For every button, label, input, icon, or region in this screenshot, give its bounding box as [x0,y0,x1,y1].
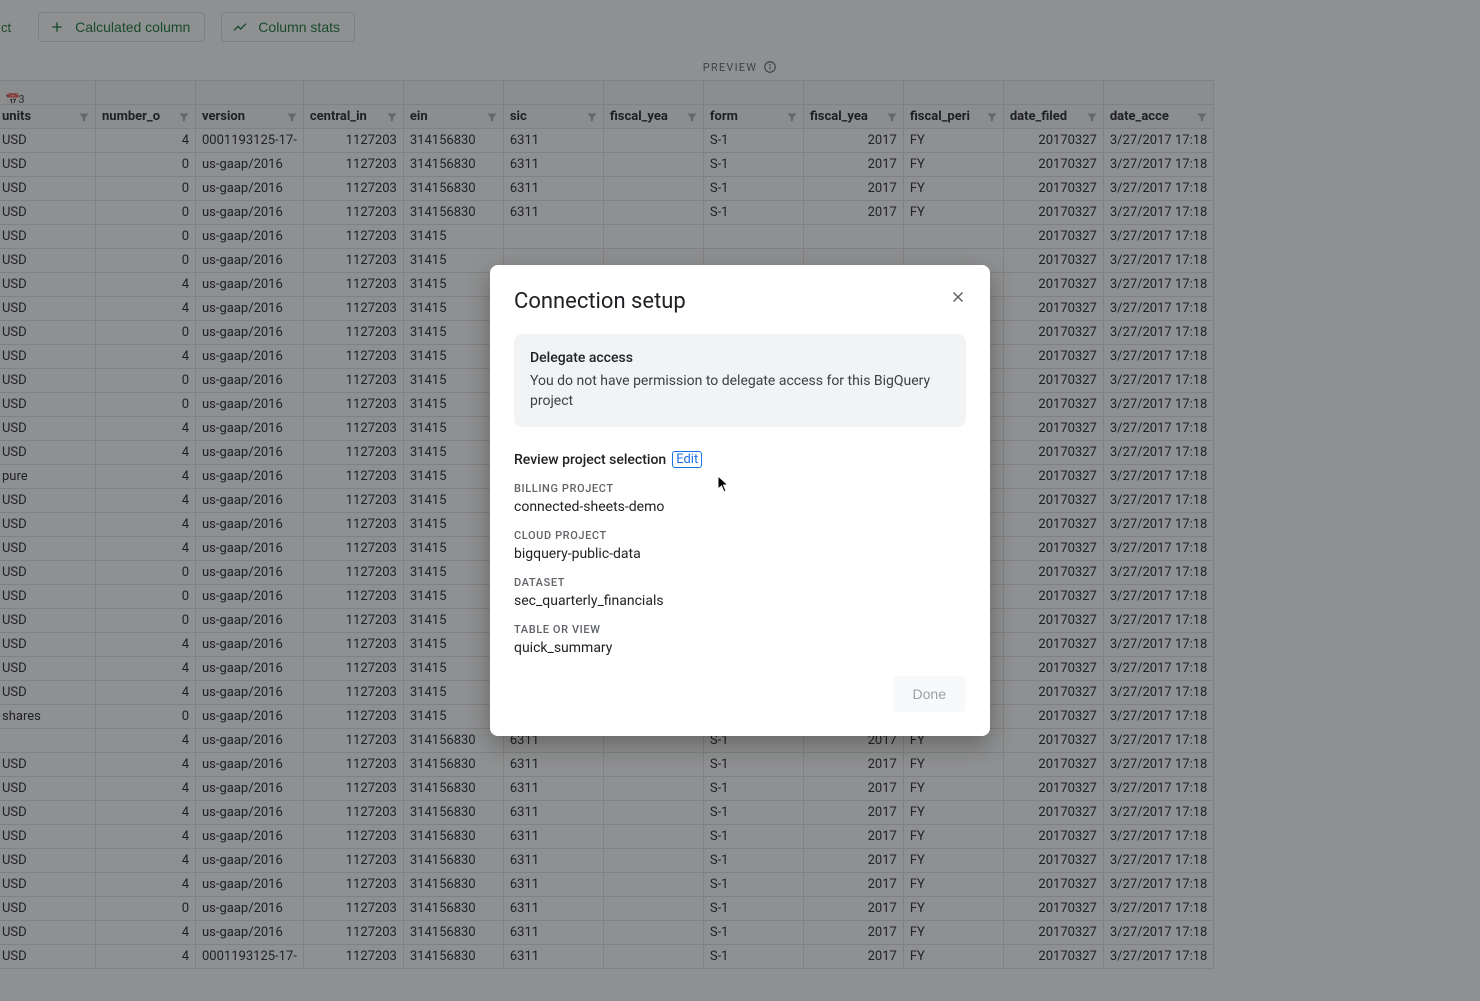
delegate-access-box: Delegate access You do not have permissi… [514,334,966,427]
done-button[interactable]: Done [893,676,966,712]
review-project-text: Review project selection [514,452,666,468]
table-or-view-label: TABLE OR VIEW [514,623,966,636]
delegate-access-body: You do not have permission to delegate a… [530,372,950,411]
modal-title: Connection setup [514,289,966,314]
billing-project-label: BILLING PROJECT [514,482,966,495]
cloud-project-value: bigquery-public-data [514,546,966,562]
table-or-view-value: quick_summary [514,640,966,656]
modal-footer: Done [514,676,966,712]
billing-project-value: connected-sheets-demo [514,499,966,515]
close-button[interactable] [942,281,974,313]
connection-setup-modal: Connection setup Delegate access You do … [490,265,990,736]
cloud-project-label: CLOUD PROJECT [514,529,966,542]
dataset-value: sec_quarterly_financials [514,593,966,609]
modal-overlay: Connection setup Delegate access You do … [0,0,1480,1001]
dataset-label: DATASET [514,576,966,589]
review-project-title: Review project selection Edit [514,451,966,468]
edit-link[interactable]: Edit [672,451,702,468]
delegate-access-title: Delegate access [530,350,950,366]
